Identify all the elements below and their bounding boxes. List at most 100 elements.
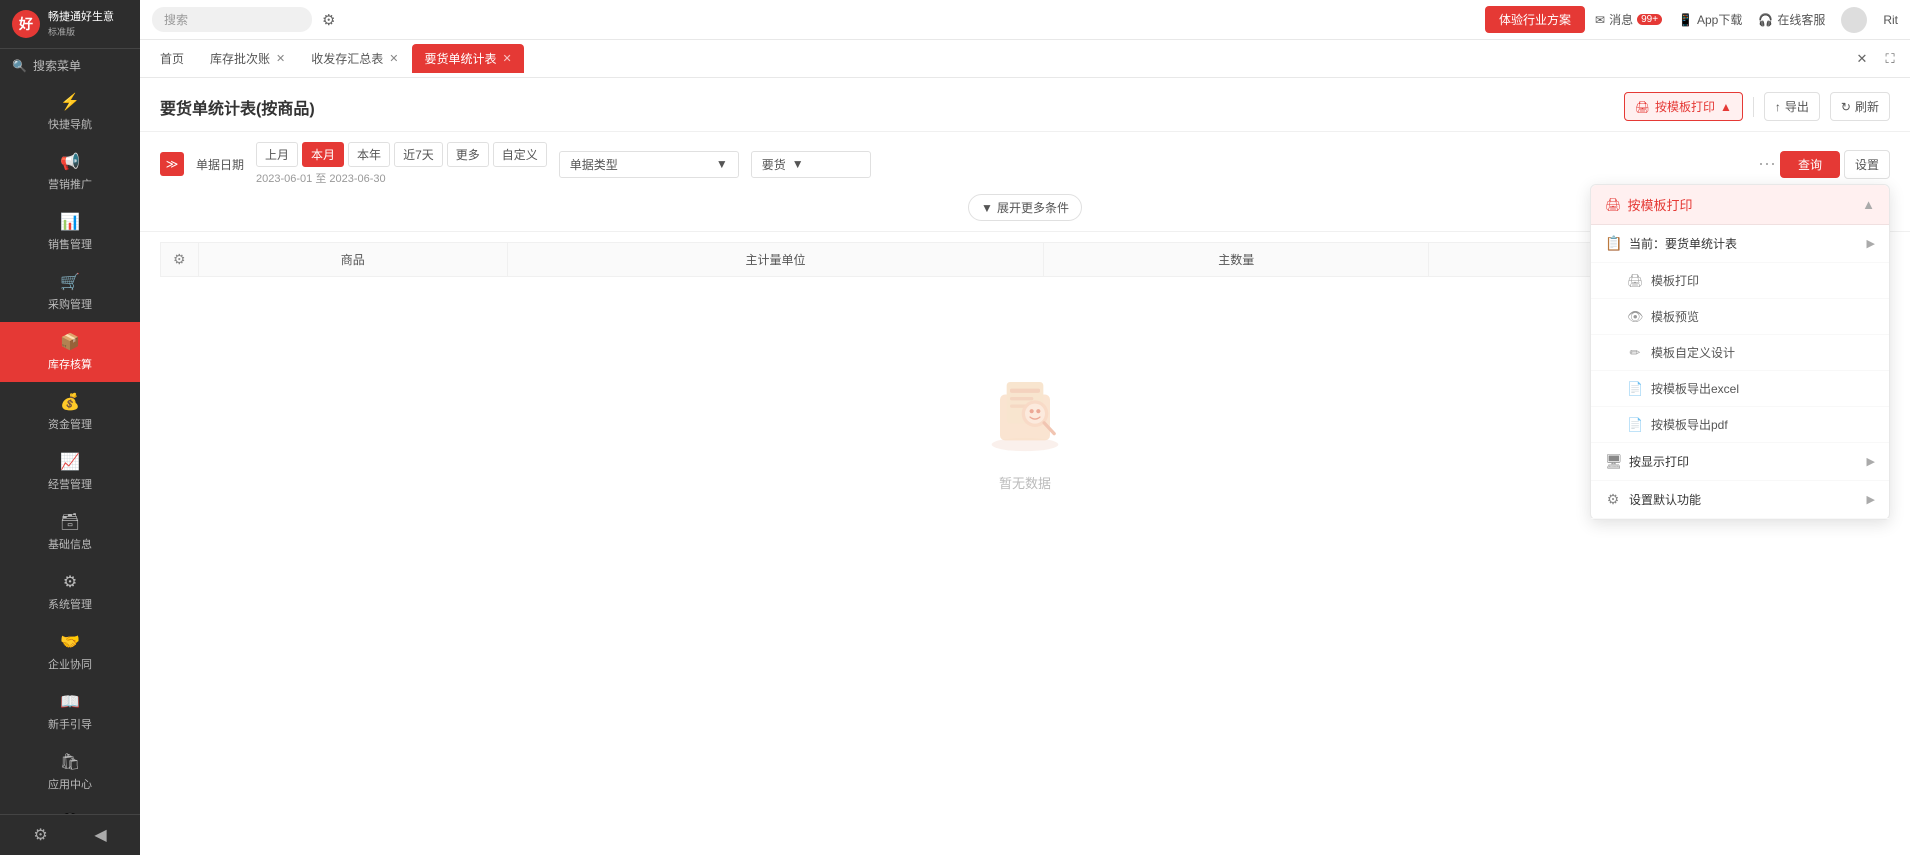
guide-icon: 📖 — [60, 692, 80, 712]
sidebar-item-appstore[interactable]: 🛍 应用中心 — [0, 742, 140, 802]
marketing-label: 营销推广 — [48, 176, 92, 192]
sidebar-item-finance[interactable]: 💰 资金管理 — [0, 382, 140, 442]
template-print-item[interactable]: 🖨 模板打印 — [1591, 263, 1889, 299]
app-download-button[interactable]: 📱 App下载 — [1678, 11, 1742, 28]
tab-collection-label: 收发存汇总表 — [311, 50, 383, 67]
close-tab-button[interactable]: ✕ — [1850, 47, 1874, 71]
print-dropdown: 🖨 按模板打印 ▲ 📋 当前：要货单统计表 ▶ 🖨 模板打印 👁 — [1590, 184, 1890, 520]
order-type-filter[interactable]: 要货 ▼ — [751, 151, 871, 178]
download-icon: 📱 — [1678, 13, 1693, 27]
filter-row: ≫ 单据日期 上月 本月 本年 近7天 更多 自定义 2023-06-01 至 … — [160, 142, 1890, 186]
col-quantity: 主数量 — [1044, 243, 1429, 277]
divider — [1753, 97, 1754, 117]
header-actions: 🖨 按模板打印 ▲ ↑ 导出 ↻ 刷新 — [1624, 92, 1890, 121]
header-right-actions: ⋯ 查询 设置 — [1758, 150, 1890, 179]
more-actions-icon[interactable]: ⋯ — [1758, 154, 1776, 175]
purchase-icon: 🛒 — [60, 272, 80, 292]
app-logo-text: 畅捷通好生意 标准版 — [48, 10, 114, 37]
sidebar-item-collab[interactable]: 🤝 企业协同 — [0, 622, 140, 682]
empty-state-illustration — [975, 357, 1075, 457]
set-default-icon: ⚙ — [1605, 491, 1621, 508]
settings-button[interactable]: 设置 — [1844, 150, 1890, 179]
sidebar-item-operation[interactable]: 📈 经营管理 — [0, 442, 140, 502]
message-icon: ✉ — [1595, 13, 1605, 27]
collab-label: 企业协同 — [48, 656, 92, 672]
industry-solution-button[interactable]: 体验行业方案 — [1485, 6, 1585, 33]
refresh-button[interactable]: ↻ 刷新 — [1830, 92, 1890, 121]
display-print-item[interactable]: 🖥 按显示打印 ▶ — [1591, 443, 1889, 481]
sidebar-item-purchase[interactable]: 🛒 采购管理 — [0, 262, 140, 322]
tab-order-stats-close[interactable]: ✕ — [503, 52, 512, 65]
chevron-up-dropdown-icon[interactable]: ▲ — [1862, 197, 1875, 212]
sidebar-item-sales[interactable]: 📊 销售管理 — [0, 202, 140, 262]
search-icon: 🔍 — [12, 59, 27, 73]
operation-icon: 📈 — [60, 452, 80, 472]
template-excel-item[interactable]: 📄 按模板导出excel — [1591, 371, 1889, 407]
maximize-tab-button[interactable]: ⛶ — [1878, 47, 1902, 71]
user-name[interactable]: Rit — [1883, 13, 1898, 27]
tab-home[interactable]: 首页 — [148, 44, 196, 73]
sales-label: 销售管理 — [48, 236, 92, 252]
online-service-button[interactable]: 🎧 在线客服 — [1758, 11, 1825, 28]
tabs-bar: 首页 库存批次账 ✕ 收发存汇总表 ✕ 要货单统计表 ✕ ✕ ⛶ — [140, 40, 1910, 78]
sales-icon: 📊 — [60, 212, 80, 232]
topbar-search-box[interactable]: 搜索 — [152, 7, 312, 32]
current-template-icon: 📋 — [1605, 235, 1621, 252]
expand-more-btn[interactable]: ▼ 展开更多条件 — [968, 194, 1082, 221]
collapse-sidebar-icon[interactable]: ◀ — [94, 825, 106, 845]
topbar-gear-icon[interactable]: ⚙ — [322, 11, 335, 29]
order-type-label: 要货 — [762, 156, 786, 173]
template-preview-item[interactable]: 👁 模板预览 — [1591, 299, 1889, 335]
sidebar-item-guide[interactable]: 📖 新手引导 — [0, 682, 140, 742]
table-settings-icon[interactable]: ⚙ — [173, 251, 186, 267]
messages-button[interactable]: ✉ 消息 99+ — [1595, 11, 1662, 28]
sidebar-item-wechat[interactable]: 💬 企业微信 — [0, 802, 140, 814]
this-month-btn[interactable]: 本月 — [302, 142, 344, 167]
filter-expand-icon[interactable]: ≫ — [160, 152, 184, 176]
col-product: 商品 — [198, 243, 507, 277]
tab-batch-label: 库存批次账 — [210, 50, 270, 67]
custom-date-btn[interactable]: 自定义 — [493, 142, 547, 167]
dropdown-header-label: 🖨 按模板打印 — [1605, 195, 1693, 214]
appstore-label: 应用中心 — [48, 776, 92, 792]
set-default-item[interactable]: ⚙ 设置默认功能 ▶ — [1591, 481, 1889, 519]
tab-collection-close[interactable]: ✕ — [389, 52, 398, 65]
printer-icon: 🖨 — [1635, 100, 1650, 114]
print-template-button[interactable]: 🖨 按模板打印 ▲ — [1624, 92, 1743, 121]
tab-batch[interactable]: 库存批次账 ✕ — [198, 44, 297, 73]
tab-collection[interactable]: 收发存汇总表 ✕ — [299, 44, 410, 73]
sidebar-nav: ⚡ 快捷导航 📢 营销推广 📊 销售管理 🛒 采购管理 📦 库存核算 💰 资金管… — [0, 82, 140, 814]
sidebar-item-shortcut[interactable]: ⚡ 快捷导航 — [0, 82, 140, 142]
sidebar-item-inventory[interactable]: 📦 库存核算 — [0, 322, 140, 382]
settings-footer-icon[interactable]: ⚙ — [33, 825, 47, 845]
inventory-icon: 📦 — [60, 332, 80, 352]
tab-batch-close[interactable]: ✕ — [276, 52, 285, 65]
tabs-controls: ✕ ⛶ — [1850, 47, 1902, 71]
sidebar-item-marketing[interactable]: 📢 营销推广 — [0, 142, 140, 202]
doc-type-filter[interactable]: 单据类型 ▼ — [559, 151, 739, 178]
this-year-btn[interactable]: 本年 — [348, 142, 390, 167]
purchase-label: 采购管理 — [48, 296, 92, 312]
template-design-icon: ✏ — [1627, 345, 1643, 361]
tab-order-stats[interactable]: 要货单统计表 ✕ — [412, 44, 523, 73]
template-preview-icon: 👁 — [1627, 309, 1643, 325]
query-button[interactable]: 查询 — [1780, 151, 1840, 178]
user-avatar[interactable] — [1841, 7, 1867, 33]
chevron-up-icon: ▲ — [1720, 100, 1732, 114]
inventory-label: 库存核算 — [48, 356, 92, 372]
export-button[interactable]: ↑ 导出 — [1764, 92, 1820, 121]
date-filter-label: 单据日期 — [196, 156, 244, 173]
last7-btn[interactable]: 近7天 — [394, 142, 443, 167]
operation-label: 经营管理 — [48, 476, 92, 492]
sidebar-item-basic[interactable]: 🗃 基础信息 — [0, 502, 140, 562]
sidebar-item-system[interactable]: ⚙ 系统管理 — [0, 562, 140, 622]
sidebar-logo: 好 畅捷通好生意 标准版 — [0, 0, 140, 49]
template-pdf-item[interactable]: 📄 按模板导出pdf — [1591, 407, 1889, 443]
template-print-icon: 🖨 — [1627, 273, 1643, 289]
current-template-item[interactable]: 📋 当前：要货单统计表 ▶ — [1591, 225, 1889, 263]
template-pdf-icon: 📄 — [1627, 417, 1643, 433]
prev-month-btn[interactable]: 上月 — [256, 142, 298, 167]
more-date-btn[interactable]: 更多 — [447, 142, 489, 167]
sidebar-search[interactable]: 🔍 搜索菜单 — [0, 49, 140, 82]
template-design-item[interactable]: ✏ 模板自定义设计 — [1591, 335, 1889, 371]
